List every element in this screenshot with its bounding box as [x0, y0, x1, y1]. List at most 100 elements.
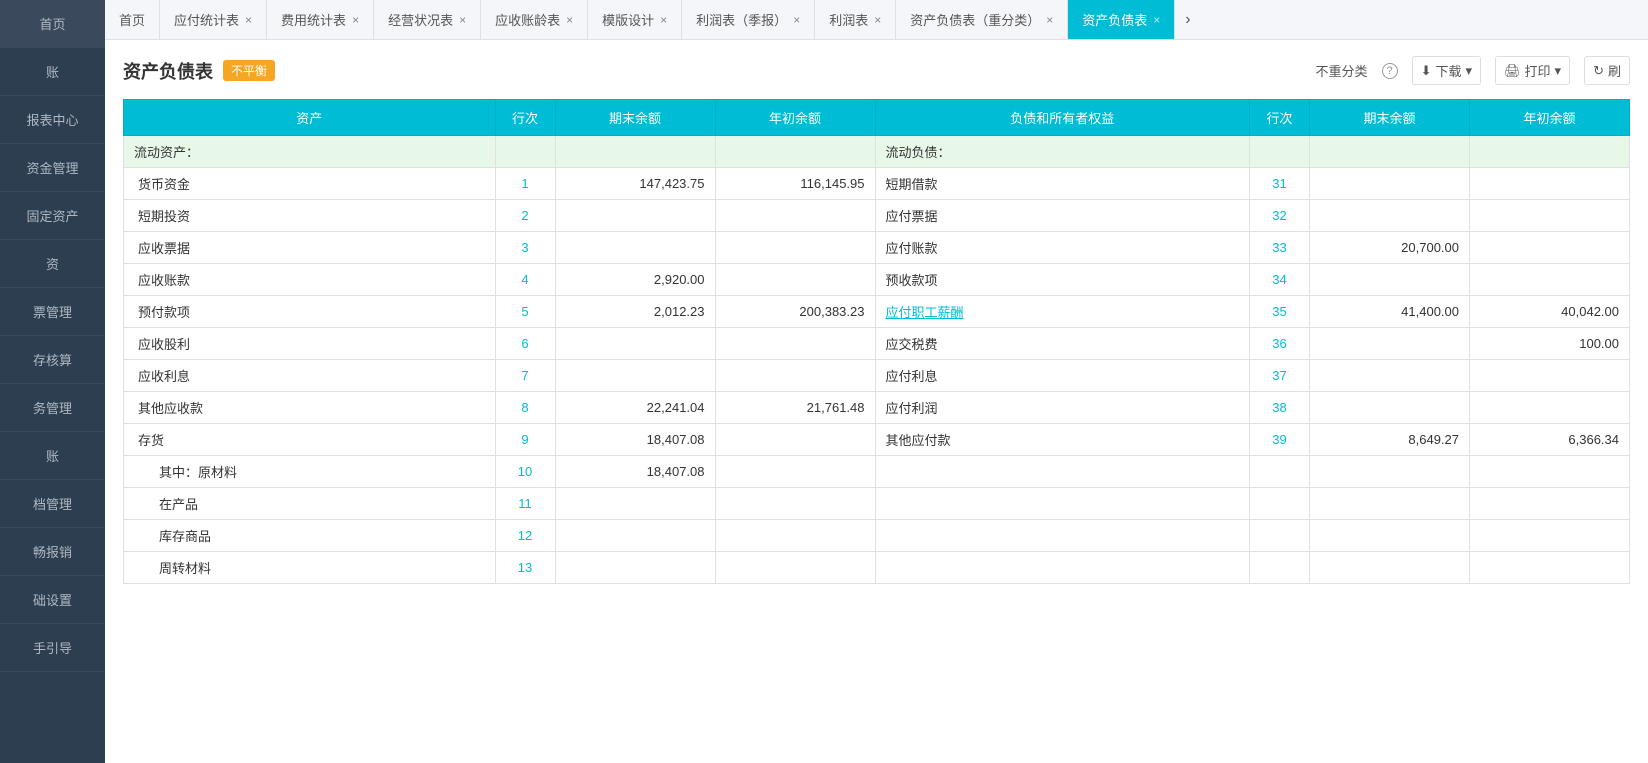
asset-name: 应收账款 — [124, 264, 496, 296]
year-start-value — [715, 360, 875, 392]
sidebar-item-home[interactable]: 首页 — [0, 0, 105, 48]
year-start-value — [715, 424, 875, 456]
period-end-value2 — [1310, 328, 1470, 360]
period-end-value — [555, 328, 715, 360]
sidebar-item-account2[interactable]: 账 — [0, 432, 105, 480]
liability-name — [875, 456, 1250, 488]
asset-name: 应收票据 — [124, 232, 496, 264]
period-end-value2 — [1310, 552, 1470, 584]
sidebar-item-guide[interactable]: 手引导 — [0, 624, 105, 672]
period-end-value: 2,920.00 — [555, 264, 715, 296]
print-icon: 🖨 — [1504, 63, 1521, 79]
period-end-value2 — [1310, 456, 1470, 488]
print-chevron-icon: ▾ — [1555, 63, 1562, 79]
row-number2: 35 — [1250, 296, 1310, 328]
asset-name: 周转材料 — [124, 552, 496, 584]
year-start-value2 — [1470, 232, 1630, 264]
sidebar: 首页 账 报表中心 资金管理 固定资产 资 票管理 存核算 务管理 账 档管理 … — [0, 0, 105, 763]
period-end-value2 — [1310, 168, 1470, 200]
tab-expense-stats[interactable]: 费用统计表 × — [267, 0, 374, 40]
tab-close-template-design[interactable]: × — [660, 13, 667, 27]
row-number: 8 — [495, 392, 555, 424]
year-start-value2: 6,366.34 — [1470, 424, 1630, 456]
row-number2: 37 — [1250, 360, 1310, 392]
no-reclassify-label: 不重分类 — [1316, 61, 1368, 80]
sidebar-item-settings[interactable]: 础设置 — [0, 576, 105, 624]
sidebar-item-expense[interactable]: 畅报销 — [0, 528, 105, 576]
year-start-value — [715, 328, 875, 360]
sidebar-item-archive[interactable]: 档管理 — [0, 480, 105, 528]
tab-template-design[interactable]: 模版设计 × — [588, 0, 682, 40]
sidebar-item-fixed-assets[interactable]: 固定资产 — [0, 192, 105, 240]
period-end-value2 — [1310, 488, 1470, 520]
period-end-value2 — [1310, 392, 1470, 424]
sidebar-item-fund-mgmt[interactable]: 资金管理 — [0, 144, 105, 192]
sidebar-item-capital[interactable]: 资 — [0, 240, 105, 288]
period-end-value2 — [1310, 360, 1470, 392]
row-number: 1 — [495, 168, 555, 200]
period-end-value — [555, 520, 715, 552]
period-end-value — [555, 488, 715, 520]
year-start-value2 — [1470, 392, 1630, 424]
year-start-value: 200,383.23 — [715, 296, 875, 328]
asset-name: 在产品 — [124, 488, 496, 520]
asset-name: 其中：原材料 — [124, 456, 496, 488]
download-button[interactable]: ⬇ 下载 ▾ — [1412, 56, 1481, 85]
tab-close-balance-reclassified[interactable]: × — [1046, 13, 1053, 27]
row-number2: 38 — [1250, 392, 1310, 424]
tab-bar: 首页 应付统计表 × 费用统计表 × 经营状况表 × 应收账龄表 × 模版设计 … — [105, 0, 1648, 40]
asset-name: 预付款项 — [124, 296, 496, 328]
unbalanced-badge: 不平衡 — [223, 60, 275, 81]
tab-profit[interactable]: 利润表 × — [815, 0, 896, 40]
tab-close-balance-sheet[interactable]: × — [1153, 13, 1160, 27]
tab-payable-stats[interactable]: 应付统计表 × — [160, 0, 267, 40]
year-start-value: 116,145.95 — [715, 168, 875, 200]
asset-name: 存货 — [124, 424, 496, 456]
print-button[interactable]: 🖨 打印 ▾ — [1495, 56, 1570, 85]
row-number2: 34 — [1250, 264, 1310, 296]
year-start-value — [715, 232, 875, 264]
tab-more-button[interactable]: › — [1175, 0, 1200, 40]
tab-close-operations[interactable]: × — [459, 13, 466, 27]
refresh-icon: ↻ — [1593, 63, 1604, 79]
header-year-start2: 年初余额 — [1470, 100, 1630, 136]
tab-close-profit[interactable]: × — [874, 13, 881, 27]
period-end-value2 — [1310, 264, 1470, 296]
refresh-button[interactable]: ↻ 刷 — [1584, 56, 1630, 85]
tab-close-payable-stats[interactable]: × — [245, 13, 252, 27]
tab-profit-quarterly[interactable]: 利润表（季报） × — [682, 0, 815, 40]
period-end-value2: 20,700.00 — [1310, 232, 1470, 264]
tab-home[interactable]: 首页 — [105, 0, 160, 40]
content-area: 资产负债表 不平衡 不重分类 ? ⬇ 下载 ▾ 🖨 打印 ▾ ↻ 刷 — [105, 40, 1648, 763]
year-start-value — [715, 200, 875, 232]
row-number: 5 — [495, 296, 555, 328]
help-icon[interactable]: ? — [1382, 63, 1398, 79]
row-number: 7 — [495, 360, 555, 392]
liability-name: 短期借款 — [875, 168, 1250, 200]
sidebar-item-ledger[interactable]: 账 — [0, 48, 105, 96]
tab-close-profit-quarterly[interactable]: × — [793, 13, 800, 27]
year-start-value2 — [1470, 360, 1630, 392]
header-year-start: 年初余额 — [715, 100, 875, 136]
period-end-value2: 8,649.27 — [1310, 424, 1470, 456]
liability-name — [875, 552, 1250, 584]
sidebar-item-tax-mgmt[interactable]: 务管理 — [0, 384, 105, 432]
tab-operations[interactable]: 经营状况表 × — [374, 0, 481, 40]
tab-close-receivable-aging[interactable]: × — [566, 13, 573, 27]
tab-receivable-aging[interactable]: 应收账龄表 × — [481, 0, 588, 40]
liability-name: 应付利息 — [875, 360, 1250, 392]
liability-name — [875, 488, 1250, 520]
row-number2: 39 — [1250, 424, 1310, 456]
sidebar-item-ticket-mgmt[interactable]: 票管理 — [0, 288, 105, 336]
tab-balance-reclassified[interactable]: 资产负债表（重分类） × — [896, 0, 1068, 40]
period-end-value: 22,241.04 — [555, 392, 715, 424]
liability-name — [875, 520, 1250, 552]
year-start-value — [715, 552, 875, 584]
tab-close-expense-stats[interactable]: × — [352, 13, 359, 27]
header-period-end: 期末余额 — [555, 100, 715, 136]
tab-balance-sheet[interactable]: 资产负债表 × — [1068, 0, 1175, 40]
sidebar-item-report-center[interactable]: 报表中心 — [0, 96, 105, 144]
sidebar-item-inventory[interactable]: 存核算 — [0, 336, 105, 384]
year-start-value2 — [1470, 488, 1630, 520]
liability-name: 应付票据 — [875, 200, 1250, 232]
